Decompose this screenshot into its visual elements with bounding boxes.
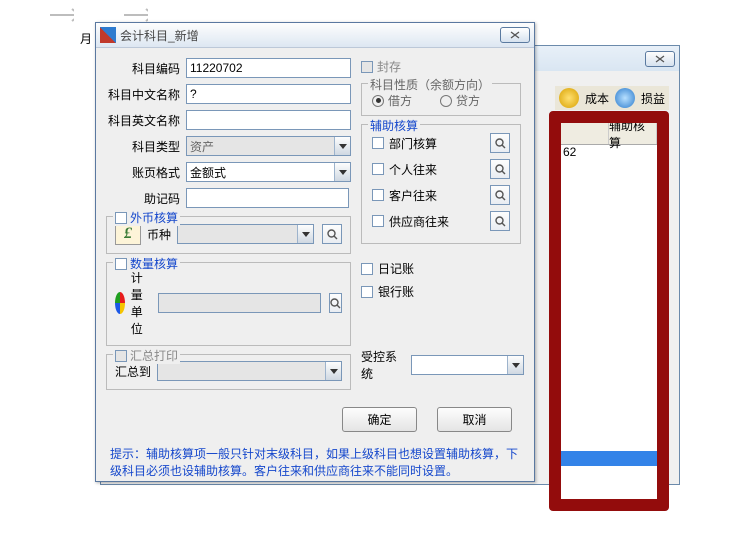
lookup-aux-dept[interactable] [490,133,510,153]
globe-icon [615,88,635,108]
chevron-down-icon[interactable] [334,163,350,181]
label-debit: 借方 [388,92,412,109]
label-code: 科目编码 [106,60,186,77]
chk-qty[interactable] [115,258,127,270]
label-aux-person: 个人往来 [389,161,483,178]
select-ledger-format[interactable]: 金额式 [186,162,351,182]
ok-button[interactable]: 确定 [342,407,417,432]
currency-icon: £ [115,223,141,245]
app-icon [100,27,116,43]
lookup-aux-supp[interactable] [490,211,510,231]
lookup-unit-button[interactable] [329,293,342,313]
close-button[interactable] [500,27,530,43]
label-aux-supp: 供应商往来 [389,213,483,230]
label-daily: 日记账 [378,260,414,277]
input-code[interactable] [186,58,351,78]
label-aux-dept: 部门核算 [389,135,483,152]
bg-col-empty [561,123,609,144]
add-account-dialog: 会计科目_新增 科目编码 科目中文名称 科目英文名称 科目类型 资产 [95,22,535,482]
chevron-down-icon [334,137,350,155]
input-name-en[interactable] [186,110,351,130]
chevron-down-icon [297,225,313,243]
chk-seal [361,61,373,73]
select-controlled[interactable] [411,355,524,375]
label-type: 科目类型 [106,138,186,155]
bg-row-value: 62 [563,145,576,159]
label-controlled: 受控系统 [361,348,403,382]
lookup-currency-button[interactable] [322,224,342,244]
select-type: 资产 [186,136,351,156]
hint-text: 提示：辅助核算项一般只针对末级科目，如果上级科目也想设置辅助核算，下级科目必须也… [106,446,524,480]
chk-aux-cust[interactable] [372,189,384,201]
chk-bank[interactable] [361,286,373,298]
radio-credit [440,95,452,107]
aux-group: 辅助核算 部门核算 个人往来 客户往来 供应商往来 [361,124,521,244]
select-type-value: 资产 [190,138,214,155]
input-mnemonic[interactable] [186,188,349,208]
cancel-button[interactable]: 取消 [437,407,512,432]
label-currency: 币种 [147,226,171,243]
chk-aux-dept[interactable] [372,137,384,149]
dialog-titlebar[interactable]: 会计科目_新增 [96,23,534,48]
select-ledger-value: 金额式 [190,164,226,181]
chk-aux-person[interactable] [372,163,384,175]
label-name-cn: 科目中文名称 [106,86,186,103]
chk-daily[interactable] [361,263,373,275]
chevron-down-icon[interactable] [507,356,523,374]
lookup-aux-cust[interactable] [490,185,510,205]
bg-col-aux: 辅助核算 [609,123,657,144]
input-name-cn[interactable] [186,84,351,104]
legend-aux: 辅助核算 [368,117,420,134]
qty-fieldset: 数量核算 计量单位 [106,262,351,346]
radio-debit [372,95,384,107]
legend-nature: 科目性质（余额方向） [368,76,492,93]
legend-qty: 数量核算 [130,255,178,272]
label-unit: 计量单位 [131,269,152,337]
chk-fx[interactable] [115,212,127,224]
fx-fieldset: 外币核算 £ 币种 [106,216,351,254]
bg-toolbar: 成本 损益 [555,86,669,110]
label-bank: 银行账 [378,283,414,300]
select-currency [177,224,314,244]
label-ledger: 账页格式 [106,164,186,181]
label-aux-cust: 客户往来 [389,187,483,204]
legend-fx: 外币核算 [130,209,178,226]
label-mnemonic: 助记码 [106,190,186,207]
bg-ledger-book: 辅助核算 62 [549,111,669,511]
label-seal: 封存 [377,58,401,75]
chk-aux-supp[interactable] [372,215,384,227]
label-name-en: 科目英文名称 [106,112,186,129]
label-credit: 贷方 [456,92,480,109]
lookup-aux-person[interactable] [490,159,510,179]
pie-icon [115,292,125,314]
toolbar-label-profit[interactable]: 损益 [641,90,665,107]
arrow-right-icon [50,3,74,27]
form-right: 封存 科目性质（余额方向） 借方 贷方 辅助核算 部门核算 个人往来 客户往来 … [361,58,521,306]
toolbar-label-cost[interactable]: 成本 [585,90,609,107]
month-label: 月 [80,30,92,47]
input-unit [158,293,321,313]
bg-close-button[interactable] [645,51,675,67]
dialog-title: 会计科目_新增 [120,27,500,44]
coin-icon [559,88,579,108]
nature-group: 科目性质（余额方向） 借方 贷方 [361,83,521,116]
